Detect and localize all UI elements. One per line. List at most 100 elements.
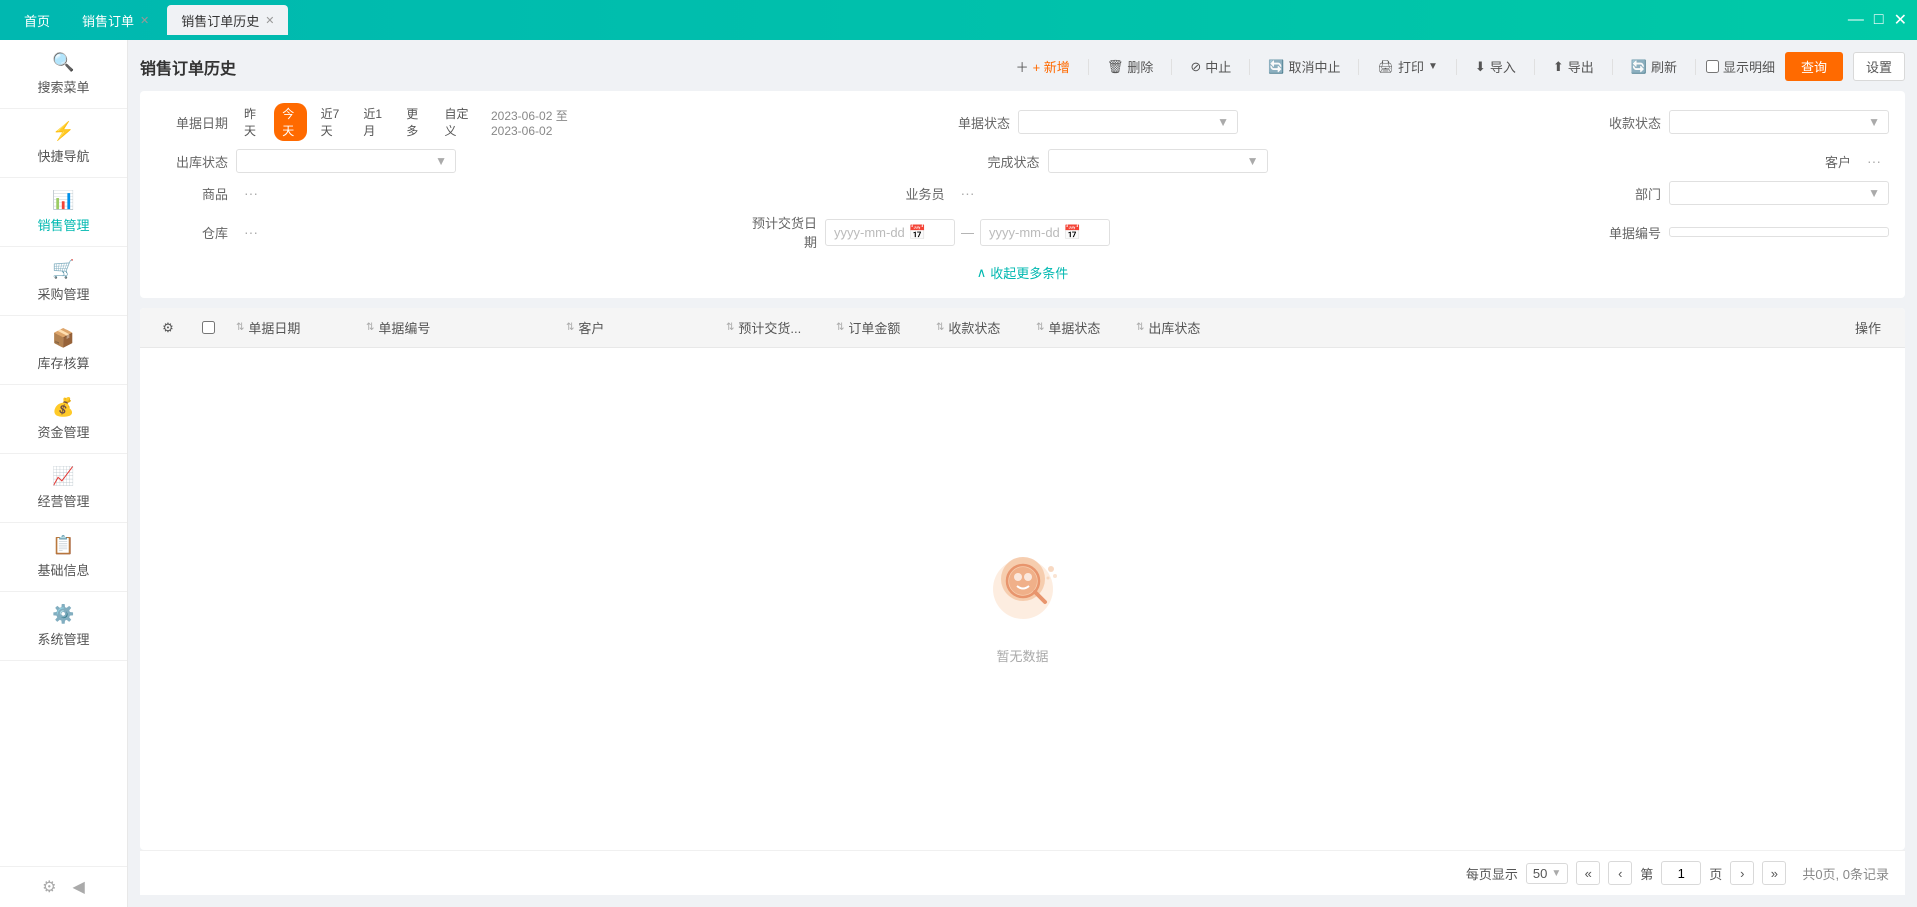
pay-status-select[interactable]: ▼ xyxy=(1669,110,1889,134)
last-page-btn[interactable]: » xyxy=(1762,861,1786,885)
col-settings[interactable]: ⚙ xyxy=(148,320,188,336)
system-icon: ⚙️ xyxy=(52,604,74,625)
quick-nav-icon: ⚡ xyxy=(52,121,74,142)
divider-2 xyxy=(1171,59,1172,75)
date-from-text: yyyy-mm-dd xyxy=(834,225,905,240)
collapse-icon: ∧ xyxy=(977,265,987,281)
minimize-btn[interactable]: — xyxy=(1848,11,1864,29)
delivery-date-to[interactable]: yyyy-mm-dd 📅 xyxy=(980,219,1110,246)
date-to-text: yyyy-mm-dd xyxy=(989,225,1060,240)
date-yesterday-btn[interactable]: 昨天 xyxy=(236,103,268,141)
display-detail-toggle[interactable]: 显示明细 xyxy=(1706,57,1775,76)
sidebar-item-operation[interactable]: 📈 经营管理 xyxy=(0,454,127,523)
tab-sales-order[interactable]: 销售订单 ✕ xyxy=(68,5,163,35)
doc-no-input[interactable] xyxy=(1669,227,1889,237)
col-customer[interactable]: ⇅ 客户 xyxy=(558,318,718,337)
sidebar-item-search-menu[interactable]: 🔍 搜索菜单 xyxy=(0,40,127,109)
window-close-btn[interactable]: ✕ xyxy=(1894,10,1907,30)
inventory-icon: 📦 xyxy=(52,328,74,349)
sidebar-item-finance-label: 资金管理 xyxy=(37,422,89,441)
first-page-icon: « xyxy=(1585,866,1592,881)
date-separator: — xyxy=(955,225,980,240)
prev-page-btn[interactable]: ‹ xyxy=(1608,861,1632,885)
sidebar-item-basic-info[interactable]: 📋 基础信息 xyxy=(0,523,127,592)
goods-dots[interactable]: ··· xyxy=(236,185,266,201)
import-btn[interactable]: ⬇ 导入 xyxy=(1467,53,1524,80)
tab-home[interactable]: 首页 xyxy=(10,5,64,35)
print-btn[interactable]: 🖨 打印 ▼ xyxy=(1369,53,1445,80)
refresh-btn[interactable]: 🔄 刷新 xyxy=(1623,53,1685,80)
main-layout: 🔍 搜索菜单 ⚡ 快捷导航 📊 销售管理 🛒 采购管理 📦 库存核算 💰 资金管… xyxy=(0,40,1917,907)
tab-sales-order-close[interactable]: ✕ xyxy=(140,14,149,27)
calendar-to-icon: 📅 xyxy=(1064,224,1081,241)
tab-sales-order-history-close[interactable]: ✕ xyxy=(265,14,274,27)
page-number-input[interactable] xyxy=(1661,861,1701,885)
window-controls: — □ ✕ xyxy=(1848,10,1907,30)
select-all-checkbox[interactable] xyxy=(202,321,215,334)
data-table: ⚙ ⇅ 单据日期 ⇅ 单据编号 ⇅ 客户 ⇅ xyxy=(140,308,1905,850)
next-page-btn[interactable]: › xyxy=(1730,861,1754,885)
col-amount[interactable]: ⇅ 订单金额 xyxy=(828,318,928,337)
stop-btn[interactable]: ⊘ 中止 xyxy=(1182,53,1239,80)
filter-row-1: 单据日期 昨天 今天 近7天 近1月 更多 自定义 2023-06-02 至 2… xyxy=(156,103,1889,141)
divider-8 xyxy=(1695,59,1696,75)
outbound-select[interactable]: ▼ xyxy=(236,149,456,173)
sidebar-item-sales-mgmt[interactable]: 📊 销售管理 xyxy=(0,178,127,247)
warehouse-dots[interactable]: ··· xyxy=(236,224,266,240)
completion-select[interactable]: ▼ xyxy=(1048,149,1268,173)
sidebar-item-purchase-mgmt[interactable]: 🛒 采购管理 xyxy=(0,247,127,316)
sidebar-item-inventory[interactable]: 📦 库存核算 xyxy=(0,316,127,385)
doc-date-label: 单据日期 xyxy=(156,113,236,132)
import-icon: ⬇ xyxy=(1475,59,1486,75)
dept-select[interactable]: ▼ xyxy=(1669,181,1889,205)
dept-arrow-icon: ▼ xyxy=(1868,186,1880,200)
filter-date-options: 昨天 今天 近7天 近1月 更多 自定义 2023-06-02 至 2023-0… xyxy=(236,103,587,141)
sort-delivery-icon: ⇅ xyxy=(726,322,734,333)
cancel-stop-btn[interactable]: 🔄 取消中止 xyxy=(1260,53,1348,80)
date-today-btn[interactable]: 今天 xyxy=(274,103,306,141)
page-header: 销售订单历史 ＋ + 新增 🗑 删除 ⊘ 中止 🔄 xyxy=(140,52,1905,81)
col-outbound-status[interactable]: ⇅ 出库状态 xyxy=(1128,318,1228,337)
doc-status-select[interactable]: ▼ xyxy=(1018,110,1238,134)
filter-row-2: 出库状态 ▼ 完成状态 ▼ 客户 ··· xyxy=(156,149,1889,173)
warehouse-label: 仓库 xyxy=(156,223,236,242)
sidebar-item-system[interactable]: ⚙️ 系统管理 xyxy=(0,592,127,661)
operation-icon: 📈 xyxy=(52,466,74,487)
settings-bottom-icon[interactable]: ⚙ xyxy=(42,877,56,897)
settings-col-icon: ⚙ xyxy=(162,320,174,336)
customer-dots[interactable]: ··· xyxy=(1859,153,1889,169)
settings-btn[interactable]: 设置 xyxy=(1853,52,1905,81)
page-size-select[interactable]: 50 ▼ xyxy=(1526,863,1568,884)
search-btn[interactable]: 查询 xyxy=(1785,52,1843,81)
date-more-btn[interactable]: 更多 xyxy=(398,103,430,141)
collapse-filter-btn[interactable]: ∧ 收起更多条件 xyxy=(156,259,1889,286)
tab-sales-order-history[interactable]: 销售订单历史 ✕ xyxy=(167,5,288,35)
col-doc-status[interactable]: ⇅ 单据状态 xyxy=(1028,318,1128,337)
date-7days-btn[interactable]: 近7天 xyxy=(313,103,350,141)
col-doc-date[interactable]: ⇅ 单据日期 xyxy=(228,318,358,337)
export-btn[interactable]: ⬆ 导出 xyxy=(1545,53,1602,80)
date-1month-btn[interactable]: 近1月 xyxy=(355,103,392,141)
sidebar-item-finance[interactable]: 💰 资金管理 xyxy=(0,385,127,454)
col-payment-status[interactable]: ⇅ 收款状态 xyxy=(928,318,1028,337)
sort-payment-icon: ⇅ xyxy=(936,322,944,333)
delivery-date-from[interactable]: yyyy-mm-dd 📅 xyxy=(825,219,955,246)
sort-doc-status-icon: ⇅ xyxy=(1036,322,1044,333)
maximize-btn[interactable]: □ xyxy=(1874,11,1884,29)
col-checkbox[interactable] xyxy=(188,321,228,334)
goods-label: 商品 xyxy=(156,184,236,203)
first-page-btn[interactable]: « xyxy=(1576,861,1600,885)
new-btn[interactable]: ＋ + 新增 xyxy=(1008,53,1078,80)
sidebar-item-quick-nav[interactable]: ⚡ 快捷导航 xyxy=(0,109,127,178)
col-doc-no[interactable]: ⇅ 单据编号 xyxy=(358,318,558,337)
delete-btn[interactable]: 🗑 删除 xyxy=(1099,53,1162,80)
pay-status-label: 收款状态 xyxy=(1589,113,1669,132)
filter-row-4: 仓库 ··· 预计交货日期 yyyy-mm-dd 📅 — yyyy-mm-dd … xyxy=(156,213,1889,251)
salesperson-dots[interactable]: ··· xyxy=(953,185,983,201)
collapse-sidebar-icon[interactable]: ◀ xyxy=(73,877,85,897)
date-custom-btn[interactable]: 自定义 xyxy=(437,103,477,141)
divider-7 xyxy=(1612,59,1613,75)
display-detail-checkbox[interactable] xyxy=(1706,60,1719,73)
col-delivery-date[interactable]: ⇅ 预计交货... xyxy=(718,318,828,337)
sidebar-bottom: ⚙ ◀ xyxy=(0,866,127,907)
